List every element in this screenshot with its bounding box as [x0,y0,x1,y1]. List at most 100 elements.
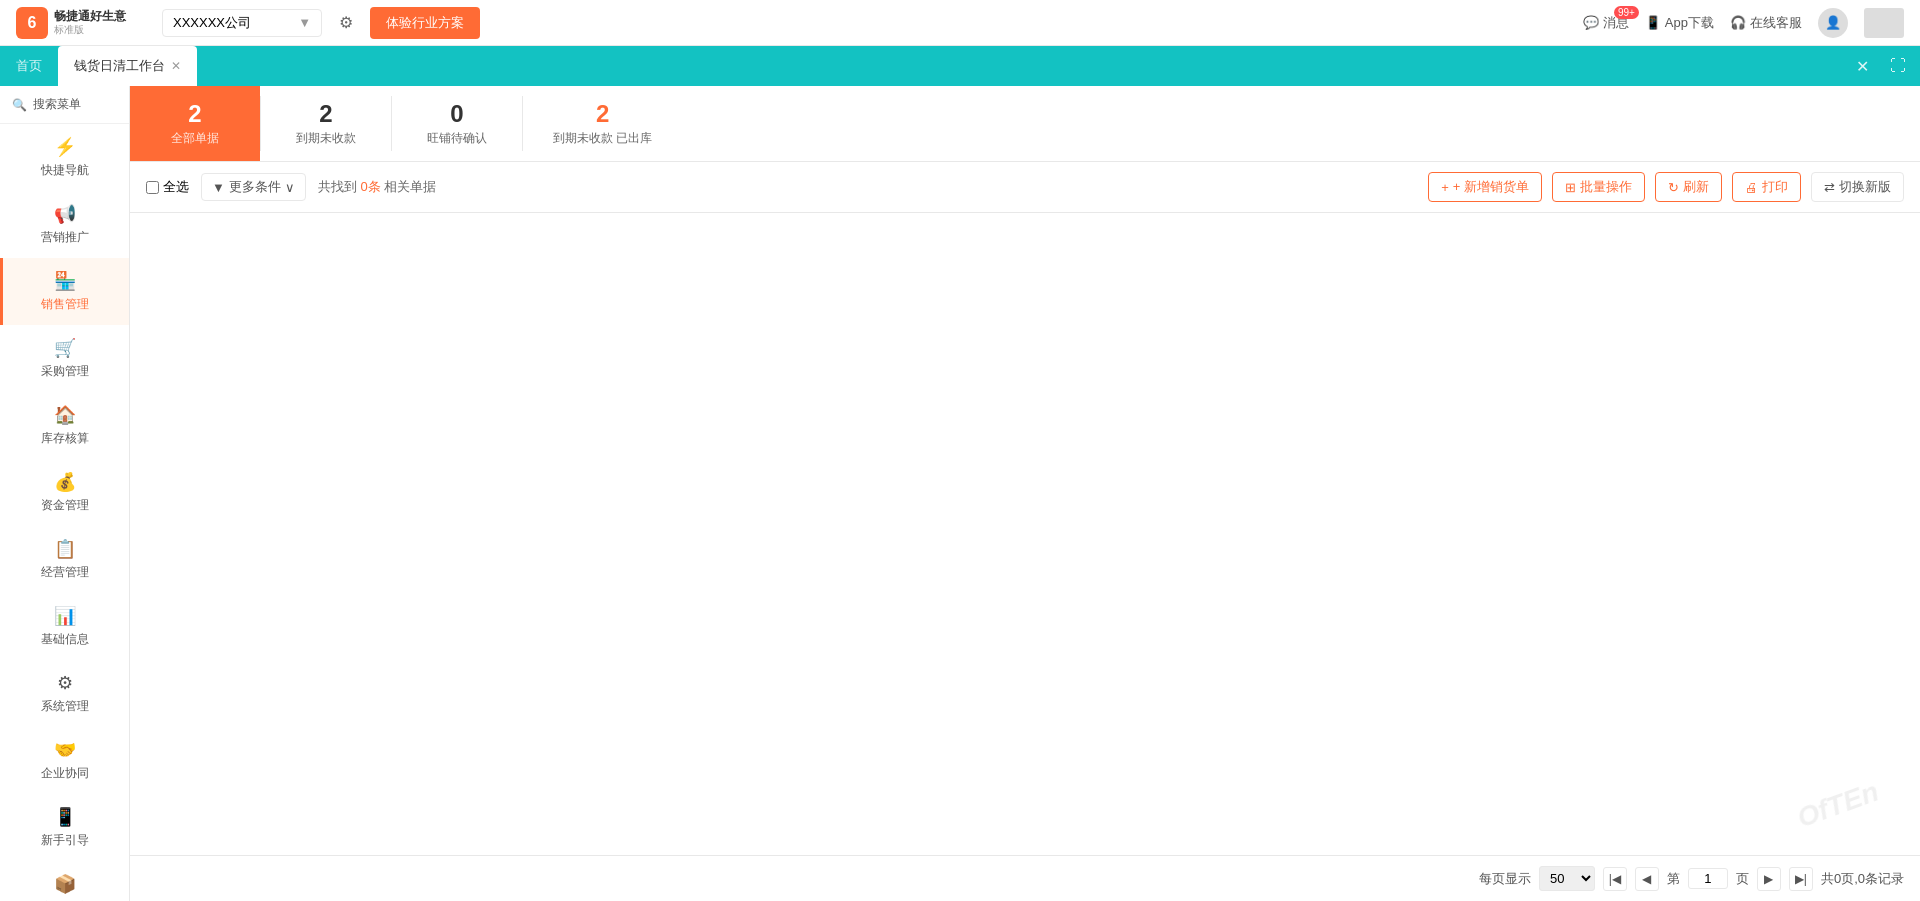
found-suffix: 相关单据 [384,179,436,194]
sidebar-item-operation[interactable]: 📋 经营管理 [0,526,129,593]
sidebar-item-label: 销售管理 [41,296,89,313]
sidebar-item-label: 系统管理 [41,698,89,715]
chevron-icon: ∨ [285,180,295,195]
sidebar-item-label: 快捷导航 [41,162,89,179]
per-page-label: 每页显示 [1479,870,1531,888]
table-area [130,213,1920,855]
trial-button[interactable]: 体验行业方案 [370,7,480,39]
settings-icon[interactable]: ⚙ [330,7,362,39]
stat-number-all: 2 [188,100,201,128]
filter-label: 更多条件 [229,178,281,196]
first-page-button[interactable]: |◀ [1603,867,1627,891]
sidebar-item-purchase[interactable]: 🛒 采购管理 [0,325,129,392]
select-all-checkbox[interactable]: 全选 [146,178,189,196]
refresh-button[interactable]: ↻ 刷新 [1655,172,1722,202]
batch-label: 批量操作 [1580,178,1632,196]
refresh-icon: ↻ [1668,180,1679,195]
sidebar-item-label: 基础信息 [41,631,89,648]
close-tab-icon[interactable]: ✕ [1848,52,1876,80]
sidebar-item-enterprise[interactable]: 🤝 企业协同 [0,727,129,794]
service-icon: 🎧 [1730,15,1746,30]
new-sale-button[interactable]: + + 新增销货单 [1428,172,1542,202]
next-page-button[interactable]: ▶ [1757,867,1781,891]
page-size-select[interactable]: 50 20 100 200 [1539,866,1595,891]
stat-number-overdue-shipped: 2 [596,100,609,128]
logo-text: 畅捷通好生意 标准版 [54,9,126,35]
pagination-bar: 每页显示 50 20 100 200 |◀ ◀ 第 页 ▶ ▶| 共0页,0条记… [130,855,1920,901]
main-layout: 🔍 搜索菜单 ⚡ 快捷导航 📢 营销推广 🏪 销售管理 🛒 采购管理 🏠 库存核… [0,86,1920,901]
filter-button[interactable]: ▼ 更多条件 ∨ [201,173,306,201]
page-label: 第 [1667,870,1680,888]
system-icon: ⚙ [57,672,73,694]
header-right: 💬 消息 99+ 📱 App下载 🎧 在线客服 👤 [1583,8,1904,38]
stat-card-overdue-shipped[interactable]: 2 到期未收款 已出库 [523,86,682,161]
maximize-icon[interactable]: ⛶ [1884,52,1912,80]
user-panel[interactable] [1864,8,1904,38]
sidebar-item-quick-nav[interactable]: ⚡ 快捷导航 [0,124,129,191]
company-name: XXXXXX公司 [173,14,251,32]
print-label: 打印 [1762,178,1788,196]
content-area: 2 全部单据 2 到期未收款 0 旺铺待确认 2 到期未收款 已出库 [130,86,1920,901]
app-download-label: App下载 [1665,14,1714,32]
sidebar-search[interactable]: 🔍 搜索菜单 [0,86,129,124]
tab-close-icon[interactable]: ✕ [171,59,181,73]
stat-label-wangpu: 旺铺待确认 [427,130,487,147]
filter-icon: ▼ [212,180,225,195]
appstore-icon: 📦 [54,873,76,895]
print-button[interactable]: 🖨 打印 [1732,172,1801,202]
tab-workbench[interactable]: 钱货日清工作台 ✕ [58,46,197,86]
last-page-button[interactable]: ▶| [1789,867,1813,891]
select-all-input[interactable] [146,181,159,194]
operation-icon: 📋 [54,538,76,560]
logo-area: 6 畅捷通好生意 标准版 [16,7,146,39]
user-icon: 👤 [1825,15,1841,30]
search-icon: 🔍 [12,98,27,112]
sidebar-item-label: 资金管理 [41,497,89,514]
batch-operation-button[interactable]: ⊞ 批量操作 [1552,172,1645,202]
company-selector[interactable]: XXXXXX公司 ▼ [162,9,322,37]
sidebar-item-finance[interactable]: 💰 资金管理 [0,459,129,526]
sidebar-item-sales[interactable]: 🏪 销售管理 [0,258,129,325]
sidebar-item-label: 采购管理 [41,363,89,380]
avatar[interactable]: 👤 [1818,8,1848,38]
app-download-action[interactable]: 📱 App下载 [1645,14,1714,32]
marketing-icon: 📢 [54,203,76,225]
sidebar-item-marketing[interactable]: 📢 营销推广 [0,191,129,258]
sidebar-item-appstore[interactable]: 📦 应用中心 [0,861,129,901]
sidebar-item-label: 经营管理 [41,564,89,581]
stat-card-overdue[interactable]: 2 到期未收款 [261,86,391,161]
tab-bar-actions: ✕ ⛶ [1848,52,1920,80]
logo-icon: 6 [16,7,48,39]
sidebar-item-basic[interactable]: 📊 基础信息 [0,593,129,660]
sidebar: 🔍 搜索菜单 ⚡ 快捷导航 📢 营销推广 🏪 销售管理 🛒 采购管理 🏠 库存核… [0,86,130,901]
online-service-action[interactable]: 🎧 在线客服 [1730,14,1802,32]
sidebar-item-system[interactable]: ⚙ 系统管理 [0,660,129,727]
inventory-icon: 🏠 [54,404,76,426]
enterprise-icon: 🤝 [54,739,76,761]
logo-main: 畅捷通好生意 [54,9,126,23]
sidebar-item-inventory[interactable]: 🏠 库存核算 [0,392,129,459]
sidebar-item-label: 库存核算 [41,430,89,447]
tab-bar: 首页 钱货日清工作台 ✕ ✕ ⛶ [0,46,1920,86]
sidebar-item-guide[interactable]: 📱 新手引导 [0,794,129,861]
prev-page-button[interactable]: ◀ [1635,867,1659,891]
total-info: 共0页,0条记录 [1821,870,1904,888]
stat-card-wangpu[interactable]: 0 旺铺待确认 [392,86,522,161]
page-input[interactable] [1688,868,1728,889]
basic-icon: 📊 [54,605,76,627]
switch-version-button[interactable]: ⇄ 切换新版 [1811,172,1904,202]
toolbar: 全选 ▼ 更多条件 ∨ 共找到 0条 相关单据 + + 新增销货单 ⊞ 批量操作 [130,162,1920,213]
switch-label: 切换新版 [1839,178,1891,196]
stat-card-all[interactable]: 2 全部单据 [130,86,260,161]
sales-icon: 🏪 [54,270,76,292]
purchase-icon: 🛒 [54,337,76,359]
stat-number-overdue: 2 [319,100,332,128]
sidebar-item-label: 营销推广 [41,229,89,246]
logo-sub: 标准版 [54,24,126,36]
message-icon: 💬 [1583,15,1599,30]
message-action[interactable]: 💬 消息 99+ [1583,14,1629,32]
tab-home[interactable]: 首页 [0,46,58,86]
finance-icon: 💰 [54,471,76,493]
message-badge: 99+ [1614,6,1639,19]
new-sale-label: + 新增销货单 [1453,178,1529,196]
